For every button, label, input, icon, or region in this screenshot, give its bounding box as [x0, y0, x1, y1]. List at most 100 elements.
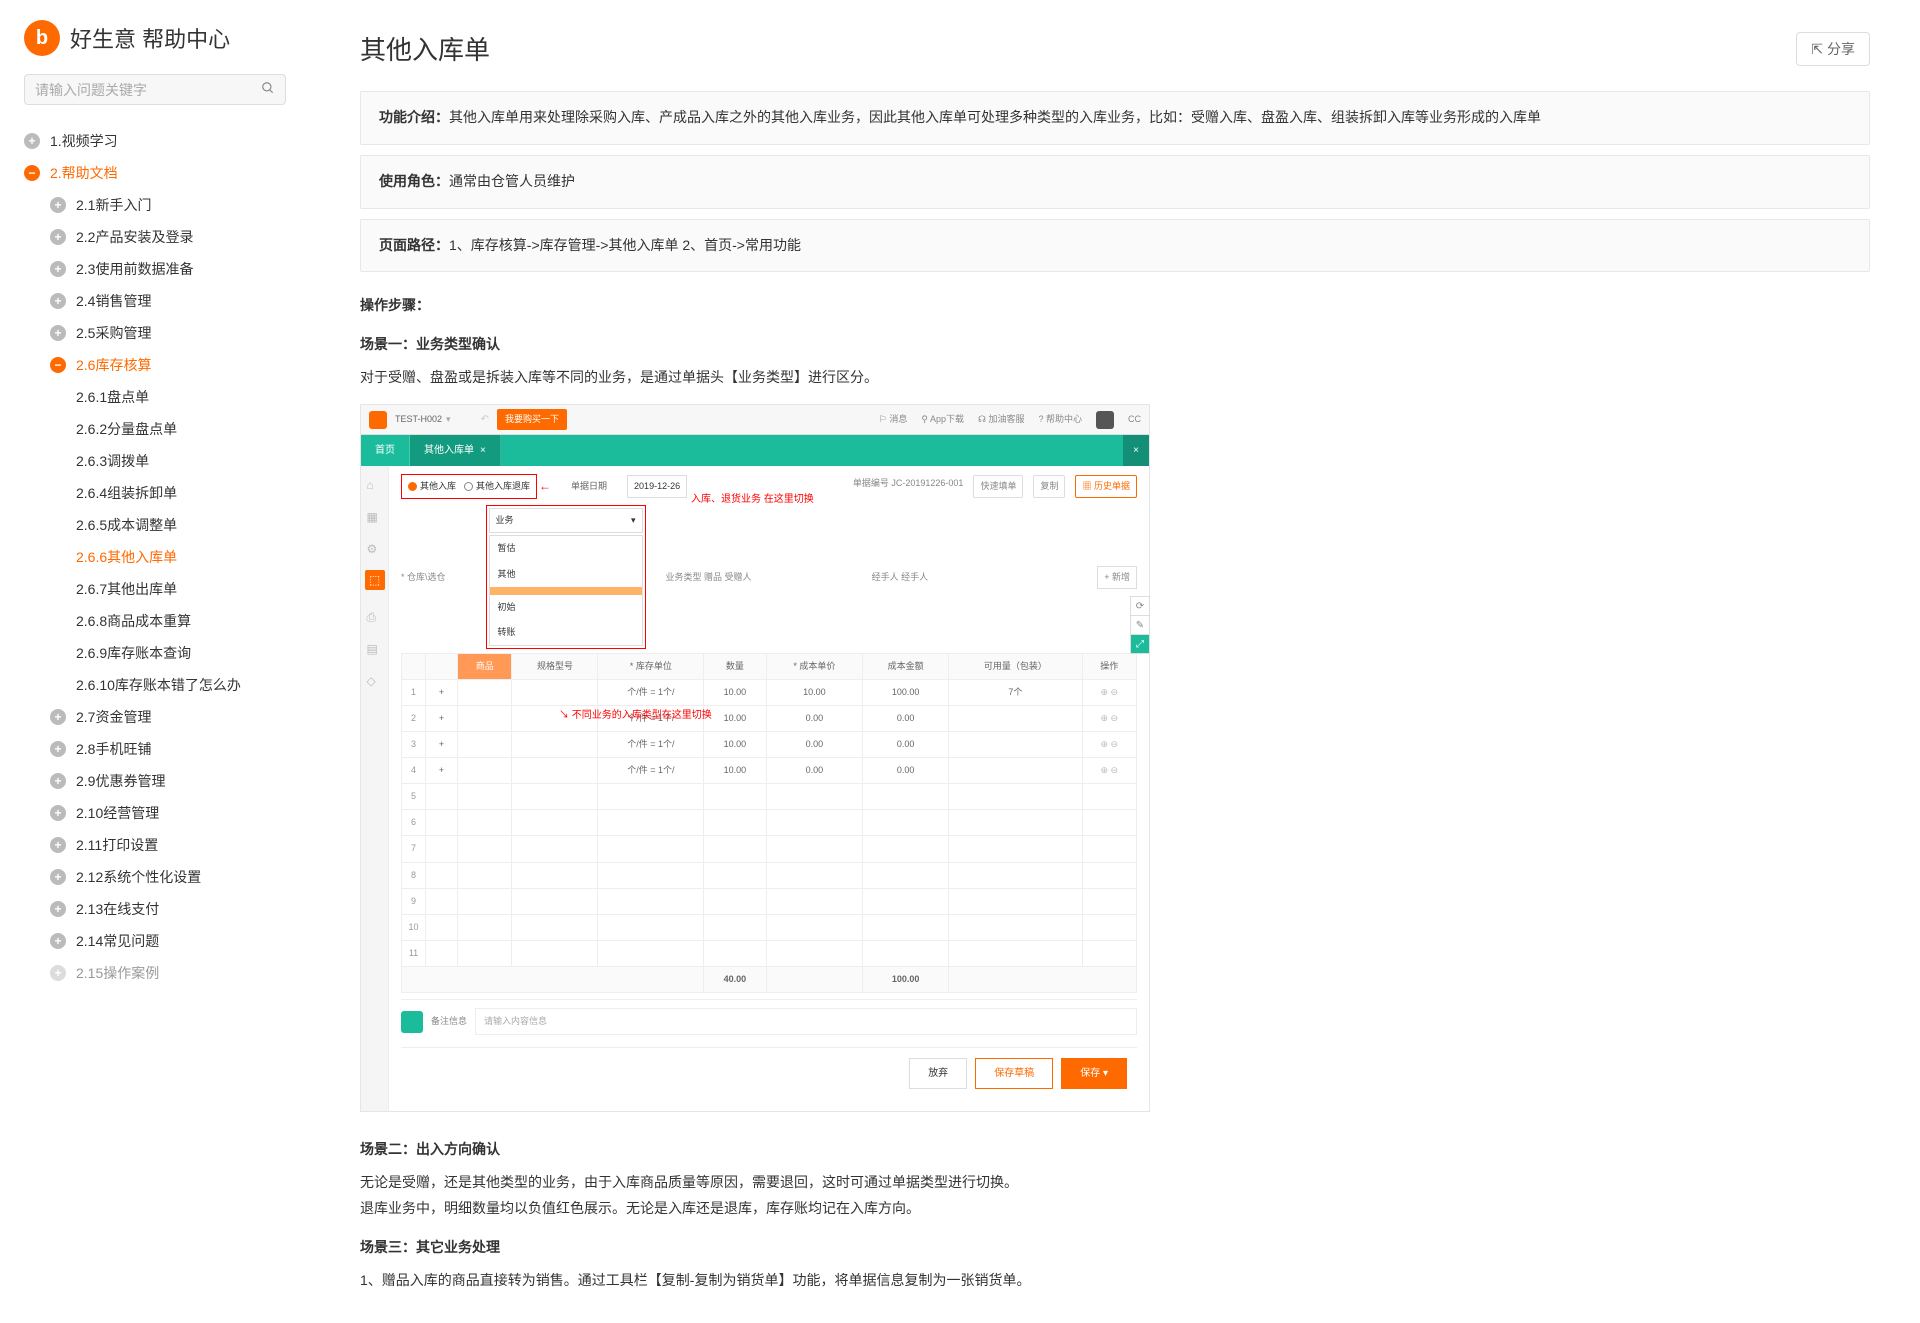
docno-value: JC-20191226-001 — [891, 478, 963, 488]
line-items-grid: 商品 规格型号 * 库存单位 数量 * 成本单价 成本金额 可用量（包装） 操作… — [401, 653, 1137, 993]
sum-qty: 40.00 — [704, 966, 766, 992]
nav-sub-item[interactable]: 2.6.3调拨单 — [76, 445, 286, 477]
note-icon — [401, 1011, 423, 1033]
tool-icon: ✎ — [1130, 615, 1150, 635]
col-header: 操作 — [1082, 653, 1136, 679]
nav-item[interactable]: +2.14常见问题 — [50, 925, 286, 957]
nav-item[interactable]: +2.7资金管理 — [50, 701, 286, 733]
tab-close-all: × — [1123, 435, 1149, 466]
radio-label: 其他入库退库 — [476, 478, 530, 495]
nav-tree: +1.视频学习 −2.帮助文档 +2.1新手入门 +2.2产品安装及登录 +2.… — [24, 125, 286, 989]
note-input: 请输入内容信息 — [475, 1008, 1137, 1035]
nav-label: 2.8手机旺铺 — [76, 739, 151, 759]
nav-label: 2.12系统个性化设置 — [76, 867, 201, 887]
nav-item[interactable]: +2.12系统个性化设置 — [50, 861, 286, 893]
plus-icon: + — [50, 901, 66, 917]
tool-icon: ⟳ — [1130, 596, 1150, 616]
plus-icon: + — [50, 837, 66, 853]
plus-icon: + — [50, 709, 66, 725]
plus-icon: + — [50, 197, 66, 213]
nav-label: 2.13在线支付 — [76, 899, 159, 919]
radio-icon — [464, 482, 473, 491]
col-header: 规格型号 — [512, 653, 598, 679]
nav-item[interactable]: +2.4销售管理 — [50, 285, 286, 317]
top-icon-help: ? 帮助中心 — [1038, 411, 1082, 428]
tool-icon: ⤢ — [1130, 634, 1150, 654]
col-header: 可用量（包装） — [949, 653, 1082, 679]
steps-label: 操作步骤： — [360, 292, 1870, 319]
biz-label: 业务类型 赠品 受赠人 — [666, 569, 752, 586]
col-header — [402, 653, 426, 679]
nav-sub-item[interactable]: 2.6.5成本调整单 — [76, 509, 286, 541]
nav-sub-item[interactable]: 2.6.2分量盘点单 — [76, 413, 286, 445]
nav-sub-item[interactable]: 2.6.10库存账本错了怎么办 — [76, 669, 286, 701]
role-label: 使用角色： — [379, 173, 449, 189]
search-box[interactable] — [24, 74, 286, 105]
nav-item[interactable]: +2.1新手入门 — [50, 189, 286, 221]
nav-item[interactable]: +2.9优惠券管理 — [50, 765, 286, 797]
nav-sub-item[interactable]: 2.6.1盘点单 — [76, 381, 286, 413]
intro-box: 功能介绍：其他入库单用来处理除采购入库、产成品入库之外的其他入库业务，因此其他入… — [360, 91, 1870, 145]
table-row: 1+个/件 = 1个/10.0010.00100.007个⊕ ⊖ — [402, 679, 1137, 705]
nav-item[interactable]: +2.5采购管理 — [50, 317, 286, 349]
nav-sub-item[interactable]: 2.6.9库存账本查询 — [76, 637, 286, 669]
app-header: TEST-H002 ▾ ↶ 我要购买一下 ⚐ 消息 ⚲ App下载 ☊ 加油客服… — [361, 405, 1149, 435]
close-icon: × — [480, 441, 486, 460]
nav-label: 2.5采购管理 — [76, 323, 151, 343]
nav-sub-item[interactable]: 2.6.8商品成本重算 — [76, 605, 286, 637]
note-label: 备注信息 — [431, 1013, 467, 1030]
plus-icon: + — [50, 773, 66, 789]
site-title: 好生意 帮助中心 — [70, 22, 230, 54]
rail-icon-active: ⬚ — [365, 570, 385, 590]
nav-label: 2.2产品安装及登录 — [76, 227, 193, 247]
table-row: 5 — [402, 784, 1137, 810]
table-row: 3+个/件 = 1个/10.000.000.00⊕ ⊖ — [402, 732, 1137, 758]
nav-item[interactable]: +1.视频学习 — [24, 125, 286, 157]
table-row: 8 — [402, 862, 1137, 888]
rail-icon: ◇ — [367, 670, 383, 686]
nav-item[interactable]: +2.13在线支付 — [50, 893, 286, 925]
table-row: 2+个/件 = 1个/10.000.000.00⊕ ⊖ — [402, 706, 1137, 732]
nav-sub-item[interactable]: 2.6.6其他入库单 — [76, 541, 286, 573]
nav-item[interactable]: +2.10经营管理 — [50, 797, 286, 829]
share-button[interactable]: ⇱ 分享 — [1796, 32, 1870, 66]
tab-home: 首页 — [361, 435, 410, 466]
nav-sub-item[interactable]: 2.6.4组装拆卸单 — [76, 477, 286, 509]
nav-item[interactable]: +2.15操作案例 — [50, 957, 286, 989]
dropdown-option — [490, 587, 642, 595]
tab-active: 其他入库单× — [410, 435, 501, 466]
table-row: 4+个/件 = 1个/10.000.000.00⊕ ⊖ — [402, 758, 1137, 784]
path-label: 页面路径： — [379, 237, 449, 253]
scene3-p1: 1、赠品入库的商品直接转为销售。通过工具栏【复制-复制为销货单】功能，将单据信息… — [360, 1267, 1870, 1294]
main-content: 其他入库单 ⇱ 分享 功能介绍：其他入库单用来处理除采购入库、产成品入库之外的其… — [310, 0, 1920, 1323]
nav-label: 2.7资金管理 — [76, 707, 151, 727]
arrow-icon: ← — [539, 475, 551, 498]
nav-item[interactable]: +2.11打印设置 — [50, 829, 286, 861]
scene1-title: 场景一：业务类型确认 — [360, 331, 1870, 358]
search-input[interactable] — [35, 82, 253, 98]
nav-item[interactable]: +2.8手机旺铺 — [50, 733, 286, 765]
minus-icon: − — [50, 357, 66, 373]
page-title: 其他入库单 — [360, 30, 490, 67]
app-logo-icon — [369, 411, 387, 429]
nav-item[interactable]: −2.6库存核算 — [50, 349, 286, 381]
rail-icon: ⎙ — [367, 606, 383, 622]
nav-label: 2.10经营管理 — [76, 803, 159, 823]
plus-icon: + — [50, 933, 66, 949]
avatar — [1096, 411, 1114, 429]
rail-icon: ⚙ — [367, 538, 383, 554]
plus-icon: + — [50, 261, 66, 277]
chevron-down-icon: ▾ — [631, 512, 636, 529]
pill-history: ▦ 历史单据 — [1075, 475, 1137, 498]
intro-text: 其他入库单用来处理除采购入库、产成品入库之外的其他入库业务，因此其他入库单可处理… — [449, 109, 1541, 125]
scene1-text: 对于受赠、盘盈或是拆装入库等不同的业务，是通过单据头【业务类型】进行区分。 — [360, 364, 1870, 391]
search-icon[interactable] — [261, 81, 275, 98]
nav-item[interactable]: +2.2产品安装及登录 — [50, 221, 286, 253]
biz-type-dropdown: 业务▾ 暂估 其他 初始 转账 — [486, 505, 646, 648]
annotation-1: 入库、退货业务 在这里切换 — [691, 490, 814, 509]
site-logo: b 好生意 帮助中心 — [24, 20, 286, 56]
nav-item[interactable]: +2.3使用前数据准备 — [50, 253, 286, 285]
docno-label: 单据编号 — [853, 478, 889, 488]
nav-item[interactable]: −2.帮助文档 — [24, 157, 286, 189]
nav-sub-item[interactable]: 2.6.7其他出库单 — [76, 573, 286, 605]
